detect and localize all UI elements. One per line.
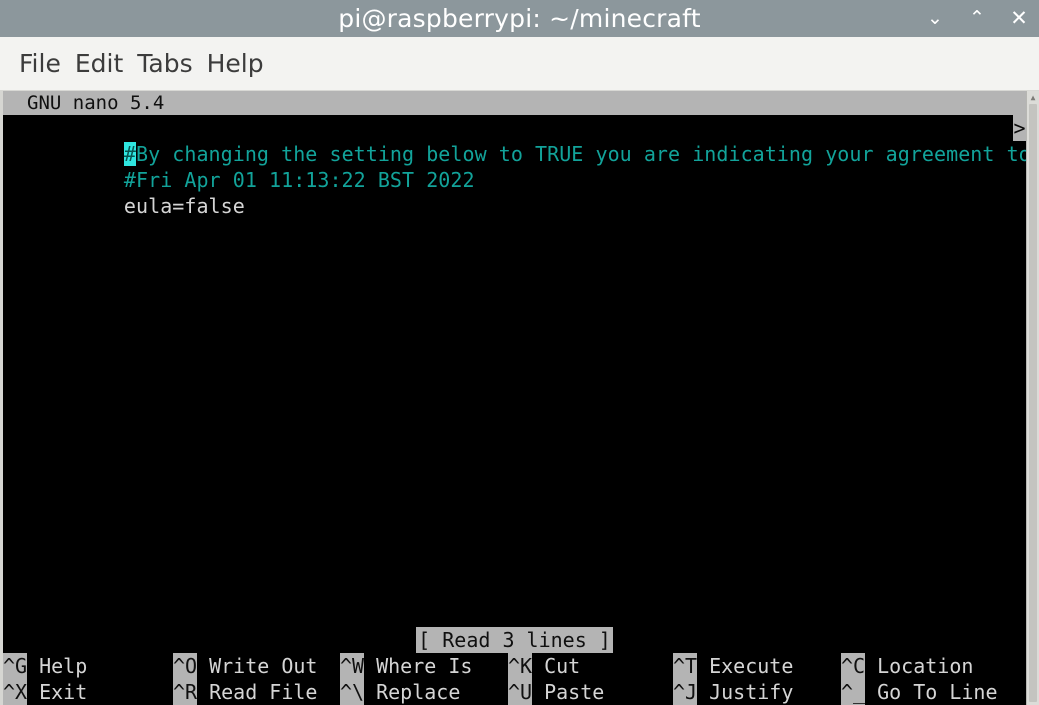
shortcut-location[interactable]: ^C Location [841,653,973,679]
window-title: pi@raspberrypi: ~/minecraft [338,4,701,33]
shortcut-help[interactable]: ^G Help [3,653,87,679]
shortcut-row-2: ^X Exit ^R Read File ^\ Replace ^U Paste ^J J… [3,679,1026,705]
shortcut-label: Write Out [209,654,318,678]
shortcut-key: ^_ [841,679,866,705]
scrollbar-thumb[interactable] [1029,104,1037,702]
shortcut-label: Exit [39,680,88,704]
shortcut-label: Paste [544,680,605,704]
scrollbar-up-arrow-icon[interactable]: ▲ [1027,92,1039,103]
shortcut-label: Location [877,654,974,678]
nano-version-label: GNU nano 5.4 [27,92,165,114]
window-controls: ⌄ ⌃ ✕ [923,0,1031,37]
shortcut-label: Cut [544,654,581,678]
maximize-icon[interactable]: ⌃ [965,7,989,31]
nano-editor-body[interactable]: #By changing the setting below to TRUE y… [3,115,1026,627]
shortcut-cut[interactable]: ^K Cut [508,653,580,679]
shortcut-label: Replace [376,680,461,704]
shortcut-key: ^K [508,653,533,679]
menu-bar: File Edit Tabs Help [0,37,1039,91]
shortcut-write-out[interactable]: ^O Write Out [173,653,317,679]
line-continuation-marker: > [1013,115,1026,141]
nano-header-bar: GNU nano 5.4 eula.txt [3,91,1026,115]
shortcut-where-is[interactable]: ^W Where Is [340,653,472,679]
shortcut-key: ^C [841,653,866,679]
editor-line-text: eula=false [123,194,245,218]
shortcut-key: ^U [508,679,533,705]
shortcut-go-to-line[interactable]: ^_ Go To Line [841,679,998,705]
shortcut-execute[interactable]: ^T Execute [673,653,793,679]
shortcut-label: Where Is [376,654,473,678]
shortcut-label: Read File [209,680,318,704]
shortcut-read-file[interactable]: ^R Read File [173,679,317,705]
status-message: [ Read 3 lines ] [416,627,613,653]
menu-item-edit[interactable]: Edit [68,49,130,78]
shortcut-label: Justify [709,680,794,704]
terminal-area[interactable]: ▲ GNU nano 5.4 eula.txt #By changing the… [0,91,1039,705]
menu-item-help[interactable]: Help [200,49,271,78]
shortcut-key: ^\ [340,679,365,705]
menu-item-file[interactable]: File [12,49,68,78]
shortcut-label: Help [39,654,88,678]
shortcut-label: Go To Line [877,680,998,704]
editor-line[interactable]: eula=false [3,167,1026,218]
window-titlebar[interactable]: pi@raspberrypi: ~/minecraft ⌄ ⌃ ✕ [0,0,1039,37]
shortcut-key: ^R [173,679,198,705]
shortcut-justify[interactable]: ^J Justify [673,679,793,705]
shortcut-exit[interactable]: ^X Exit [3,679,87,705]
terminal-scrollbar[interactable]: ▲ [1026,91,1039,705]
terminal-window: pi@raspberrypi: ~/minecraft ⌄ ⌃ ✕ File E… [0,0,1039,705]
shortcut-row-1: ^G Help ^O Write Out ^W Where Is ^K Cut ^T Ex… [3,653,1026,679]
minimize-icon[interactable]: ⌄ [923,7,947,31]
shortcut-key: ^J [673,679,698,705]
shortcut-key: ^W [340,653,365,679]
shortcut-label: Execute [709,654,794,678]
nano-shortcut-bar: ^G Help ^O Write Out ^W Where Is ^K Cut ^T Ex… [3,653,1026,705]
shortcut-key: ^X [3,679,28,705]
shortcut-paste[interactable]: ^U Paste [508,679,604,705]
shortcut-key: ^O [173,653,198,679]
shortcut-key: ^T [673,653,698,679]
editor-line[interactable]: #Fri Apr 01 11:13:22 BST 2022 [3,141,1026,192]
terminal-content: GNU nano 5.4 eula.txt #By changing the s… [3,91,1026,705]
nano-status-line: [ Read 3 lines ] [3,627,1026,653]
shortcut-key: ^G [3,653,28,679]
shortcut-replace[interactable]: ^\ Replace [340,679,460,705]
close-icon[interactable]: ✕ [1007,7,1031,31]
menu-item-tabs[interactable]: Tabs [130,49,199,78]
editor-line[interactable]: #By changing the setting below to TRUE y… [3,115,1026,166]
